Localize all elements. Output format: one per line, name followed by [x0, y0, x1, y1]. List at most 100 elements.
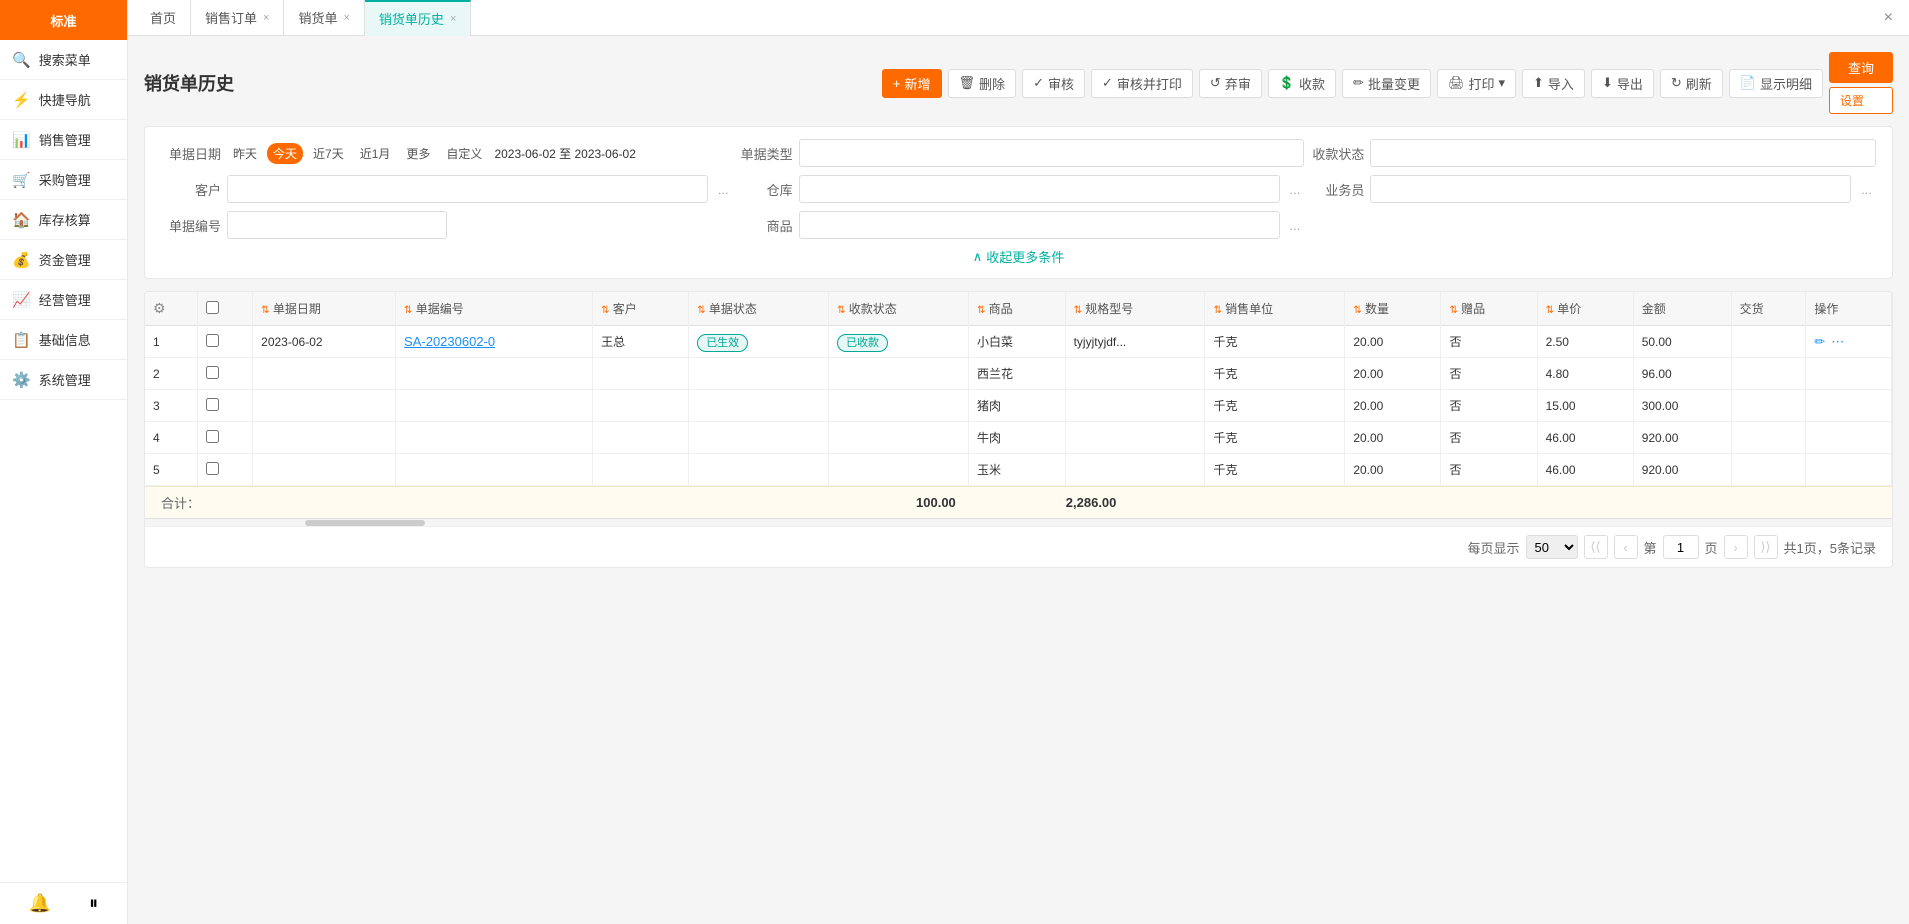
export-button[interactable]: ⬇ 导出 [1591, 69, 1654, 98]
show-details-button[interactable]: 📄 显示明细 [1729, 69, 1823, 98]
query-button[interactable]: 查询 [1829, 52, 1893, 83]
filter-warehouse-item: 仓库 ... [733, 175, 1305, 203]
notification-icon[interactable]: 🔔 [29, 893, 51, 914]
doc-type-label: 单据类型 [733, 144, 793, 163]
first-page-button[interactable]: ⟨⟨ [1584, 535, 1608, 559]
sort-icon-customer[interactable]: ⇅ [601, 305, 609, 316]
print-button[interactable]: 🖨 打印 ▾ [1437, 69, 1516, 98]
tab-bar-close-button[interactable]: × [1876, 9, 1901, 27]
audit-print-icon: ✓ [1102, 75, 1113, 91]
doc-no-link[interactable]: SA-20230602-0 [404, 334, 495, 349]
collect-button[interactable]: 💲 收款 [1268, 69, 1336, 98]
cell-price: 46.00 [1537, 422, 1633, 454]
settings-icon[interactable]: ⚙ [153, 300, 166, 316]
import-button[interactable]: ⬆ 导入 [1522, 69, 1585, 98]
prev-page-button[interactable]: ‹ [1614, 535, 1638, 559]
delete-button[interactable]: 🗑 删除 [948, 69, 1017, 98]
sidebar-item-quick-nav[interactable]: ⚡ 快捷导航 [0, 80, 127, 120]
doc-type-select[interactable] [799, 139, 1305, 167]
goods-dots[interactable]: ... [1286, 218, 1305, 233]
sidebar-item-sys-mgmt[interactable]: ⚙️ 系统管理 [0, 360, 127, 400]
sidebar-item-sales-mgmt[interactable]: 📊 销售管理 [0, 120, 127, 160]
sort-icon-unit[interactable]: ⇅ [1213, 305, 1221, 316]
sort-icon-doc-no[interactable]: ⇅ [404, 305, 412, 316]
tab-sales-goods-close[interactable]: × [343, 12, 349, 24]
sort-icon-qty[interactable]: ⇅ [1353, 305, 1361, 316]
cell-amount: 920.00 [1633, 422, 1731, 454]
tab-sales-history[interactable]: 销货单历史 × [365, 0, 471, 36]
sidebar-item-finance[interactable]: 💰 资金管理 [0, 240, 127, 280]
page-size-select[interactable]: 50 10 20 100 [1526, 535, 1578, 559]
tab-sales-history-close[interactable]: × [450, 13, 456, 25]
batch-change-button[interactable]: ✏ 批量变更 [1342, 69, 1431, 98]
date-tag-1month[interactable]: 近1月 [354, 143, 397, 164]
collect-status-select[interactable] [1370, 139, 1876, 167]
date-tag-custom[interactable]: 自定义 [440, 143, 488, 164]
date-tag-yesterday[interactable]: 昨天 [227, 143, 263, 164]
sort-icon-doc-status[interactable]: ⇅ [697, 305, 705, 316]
salesperson-input[interactable] [1370, 175, 1851, 203]
add-button[interactable]: + 新增 [882, 69, 942, 98]
sidebar-item-basic-info[interactable]: 📋 基础信息 [0, 320, 127, 360]
sidebar-item-search-menu[interactable]: 🔍 搜索菜单 [0, 40, 127, 80]
more-icon[interactable]: ⋯ [1831, 334, 1844, 350]
warehouse-dots[interactable]: ... [1286, 182, 1305, 197]
row-checkbox[interactable] [206, 366, 219, 379]
tab-sales-order-close[interactable]: × [263, 12, 269, 24]
select-all-checkbox[interactable] [206, 301, 219, 314]
scrollbar-thumb[interactable] [305, 520, 425, 526]
cell-checkbox[interactable] [198, 454, 253, 486]
last-page-button[interactable]: ⟩⟩ [1754, 535, 1778, 559]
sort-icon-collect-status[interactable]: ⇅ [837, 305, 845, 316]
row-checkbox[interactable] [206, 430, 219, 443]
abandon-button[interactable]: ↺ 弃审 [1199, 69, 1262, 98]
date-tag-7days[interactable]: 近7天 [307, 143, 350, 164]
content-area: 销货单历史 + 新增 🗑 删除 ✓ 审核 ✓ 审核并打印 [128, 36, 1909, 924]
cell-checkbox[interactable] [198, 326, 253, 358]
show-details-icon: 📄 [1740, 75, 1756, 91]
row-checkbox[interactable] [206, 334, 219, 347]
cell-checkbox[interactable] [198, 422, 253, 454]
goods-input[interactable] [799, 211, 1280, 239]
customer-input[interactable] [227, 175, 708, 203]
tab-sales-order[interactable]: 销售订单 × [191, 0, 284, 36]
next-page-button[interactable]: › [1724, 535, 1748, 559]
footer-total-qty: 100.00 [916, 495, 956, 510]
row-checkbox[interactable] [206, 462, 219, 475]
sidebar-item-purchase-mgmt[interactable]: 🛒 采购管理 [0, 160, 127, 200]
tab-home[interactable]: 首页 [136, 0, 191, 36]
refresh-button[interactable]: ↻ 刷新 [1660, 69, 1723, 98]
audit-print-button[interactable]: ✓ 审核并打印 [1091, 69, 1193, 98]
date-tag-more[interactable]: 更多 [400, 143, 436, 164]
doc-no-input[interactable] [227, 211, 447, 239]
audit-button[interactable]: ✓ 审核 [1022, 69, 1085, 98]
cell-gift: 否 [1441, 454, 1537, 486]
page-input[interactable] [1663, 535, 1699, 559]
collapse-button[interactable]: ∧ 收起更多条件 [973, 247, 1065, 266]
cell-unit: 千克 [1205, 326, 1345, 358]
col-settings[interactable]: ⚙ [145, 292, 198, 326]
customer-dots[interactable]: ... [714, 182, 733, 197]
cell-unit: 千克 [1205, 454, 1345, 486]
filter-row-1: 单据日期 昨天 今天 近7天 近1月 更多 自定义 2023-06-02 至 2… [161, 139, 1876, 167]
cell-checkbox[interactable] [198, 358, 253, 390]
edit-icon[interactable]: ✏ [1814, 334, 1825, 350]
collect-status-badge: 已收款 [837, 334, 888, 352]
sort-icon-gift[interactable]: ⇅ [1449, 305, 1457, 316]
salesperson-dots[interactable]: ... [1857, 182, 1876, 197]
sidebar-item-operations[interactable]: 📈 经营管理 [0, 280, 127, 320]
date-tag-today[interactable]: 今天 [267, 143, 303, 164]
warehouse-input[interactable] [799, 175, 1280, 203]
pause-icon[interactable]: ⏸ [89, 893, 98, 914]
sort-icon-goods[interactable]: ⇅ [977, 305, 985, 316]
sort-icon[interactable]: ⇅ [261, 305, 269, 316]
sidebar-item-inventory[interactable]: 🏠 库存核算 [0, 200, 127, 240]
horizontal-scrollbar[interactable] [145, 518, 1892, 526]
sort-icon-price[interactable]: ⇅ [1546, 305, 1554, 316]
setting-button[interactable]: 设置 [1829, 87, 1893, 114]
tab-sales-goods[interactable]: 销货单 × [284, 0, 364, 36]
cell-checkbox[interactable] [198, 390, 253, 422]
sort-icon-spec[interactable]: ⇅ [1074, 305, 1082, 316]
data-table-wrapper: ⚙ ⇅ 单据日期 ⇅ 单据编号 ⇅ 客户 ⇅ 单据状态 ⇅ 收款状态 ⇅ 商品 … [144, 291, 1893, 568]
row-checkbox[interactable] [206, 398, 219, 411]
